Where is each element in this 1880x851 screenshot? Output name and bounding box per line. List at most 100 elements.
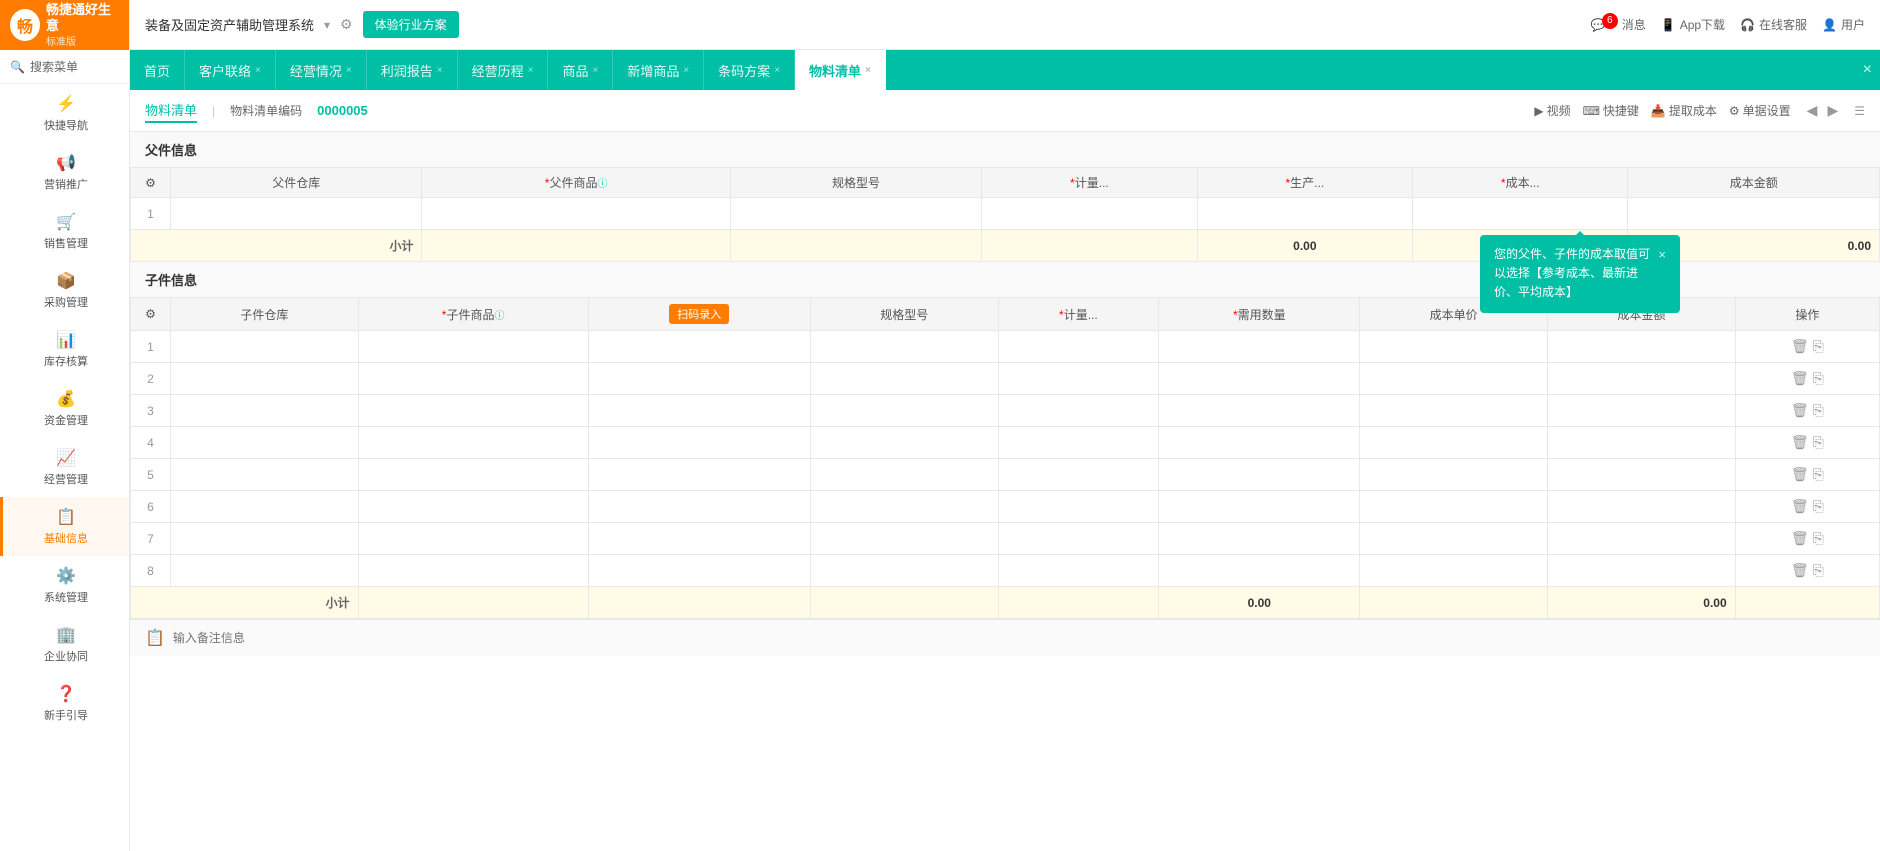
delete-icon-5[interactable]: 🗑	[1791, 466, 1809, 483]
copy-icon-8[interactable]: ⎘	[1813, 562, 1824, 579]
child-row-7-unit-price[interactable]	[1360, 523, 1548, 555]
parent-row-1-cost[interactable]	[1413, 198, 1628, 230]
child-row-7-unit[interactable]	[998, 523, 1159, 555]
child-row-5-spec[interactable]	[810, 459, 998, 491]
copy-icon-7[interactable]: ⎘	[1813, 530, 1824, 547]
message-action[interactable]: 💬 6 消息	[1591, 16, 1646, 33]
next-arrow[interactable]: ▶	[1823, 100, 1842, 121]
nav-close-icon[interactable]: ×	[1855, 61, 1880, 79]
dropdown-arrow-icon[interactable]: ▾	[324, 18, 330, 32]
child-row-6-quantity[interactable]	[1159, 491, 1360, 523]
child-row-8-unit-price[interactable]	[1360, 555, 1548, 587]
child-row-7-quantity[interactable]	[1159, 523, 1360, 555]
sidebar-item-marketing[interactable]: 📢 营销推广	[0, 143, 129, 202]
child-row-4-unit[interactable]	[998, 427, 1159, 459]
child-row-4-product[interactable]	[358, 427, 588, 459]
prev-arrow[interactable]: ◀	[1803, 100, 1822, 121]
sidebar-item-inventory[interactable]: 📊 库存核算	[0, 320, 129, 379]
single-settings-action[interactable]: ⚙ 单据设置	[1729, 102, 1791, 119]
copy-icon-1[interactable]: ⎘	[1813, 338, 1824, 355]
child-row-6-spec[interactable]	[810, 491, 998, 523]
child-row-5-warehouse[interactable]	[171, 459, 359, 491]
online-service-action[interactable]: 🎧 在线客服	[1740, 16, 1807, 33]
tab-barcode-close[interactable]: ×	[774, 65, 780, 76]
experience-btn[interactable]: 体验行业方案	[363, 11, 459, 38]
child-row-2-spec[interactable]	[810, 363, 998, 395]
delete-icon-1[interactable]: 🗑	[1791, 338, 1809, 355]
list-view-icon[interactable]: ☰	[1854, 104, 1865, 118]
extract-cost-action[interactable]: 📥 提取成本	[1651, 102, 1717, 119]
tab-history-close[interactable]: ×	[528, 65, 534, 76]
child-row-1-spec[interactable]	[810, 331, 998, 363]
child-row-4-warehouse[interactable]	[171, 427, 359, 459]
child-row-1-unit[interactable]	[998, 331, 1159, 363]
child-row-1-quantity[interactable]	[1159, 331, 1360, 363]
child-row-1-product[interactable]	[358, 331, 588, 363]
child-row-6-product[interactable]	[358, 491, 588, 523]
sidebar-item-finance[interactable]: 💰 资金管理	[0, 379, 129, 438]
child-row-8-product[interactable]	[358, 555, 588, 587]
child-row-7-product[interactable]	[358, 523, 588, 555]
delete-icon-3[interactable]: 🗑	[1791, 402, 1809, 419]
sidebar-item-enterprise[interactable]: 🏢 企业协同	[0, 615, 129, 674]
parent-row-1-spec[interactable]	[730, 198, 981, 230]
tab-bom-close[interactable]: ×	[865, 65, 871, 76]
child-row-3-quantity[interactable]	[1159, 395, 1360, 427]
child-row-4-quantity[interactable]	[1159, 427, 1360, 459]
tab-business[interactable]: 经营情况 ×	[276, 50, 367, 90]
tab-customer[interactable]: 客户联络 ×	[185, 50, 276, 90]
child-row-6-warehouse[interactable]	[171, 491, 359, 523]
child-row-3-warehouse[interactable]	[171, 395, 359, 427]
delete-icon-2[interactable]: 🗑	[1791, 370, 1809, 387]
delete-icon-4[interactable]: 🗑	[1791, 434, 1809, 451]
child-row-8-quantity[interactable]	[1159, 555, 1360, 587]
tab-new-product-close[interactable]: ×	[683, 65, 689, 76]
child-row-2-quantity[interactable]	[1159, 363, 1360, 395]
child-row-7-spec[interactable]	[810, 523, 998, 555]
tab-bom[interactable]: 物料清单 ×	[795, 50, 886, 90]
page-tab-bom[interactable]: 物料清单	[145, 98, 197, 123]
child-row-5-product[interactable]	[358, 459, 588, 491]
sidebar-item-sales[interactable]: 🛒 销售管理	[0, 202, 129, 261]
child-row-2-warehouse[interactable]	[171, 363, 359, 395]
child-row-2-unit[interactable]	[998, 363, 1159, 395]
child-row-1-warehouse[interactable]	[171, 331, 359, 363]
parent-row-1-warehouse[interactable]	[171, 198, 422, 230]
note-input[interactable]	[173, 631, 1865, 645]
tab-business-close[interactable]: ×	[346, 65, 352, 76]
child-row-6-unit[interactable]	[998, 491, 1159, 523]
child-row-3-spec[interactable]	[810, 395, 998, 427]
copy-icon-6[interactable]: ⎘	[1813, 498, 1824, 515]
delete-icon-7[interactable]: 🗑	[1791, 530, 1809, 547]
parent-row-1-unit[interactable]	[982, 198, 1197, 230]
copy-icon-3[interactable]: ⎘	[1813, 402, 1824, 419]
delete-icon-6[interactable]: 🗑	[1791, 498, 1809, 515]
settings-icon[interactable]: ⚙	[340, 16, 353, 33]
copy-icon-4[interactable]: ⎘	[1813, 434, 1824, 451]
shortcut-action[interactable]: ⌨ 快捷键	[1583, 102, 1639, 119]
copy-icon-5[interactable]: ⎘	[1813, 466, 1824, 483]
parent-row-1-production[interactable]	[1197, 198, 1412, 230]
gear-icon[interactable]: ⚙	[145, 176, 156, 190]
sidebar-item-operations[interactable]: 📈 经营管理	[0, 438, 129, 497]
child-row-4-unit-price[interactable]	[1360, 427, 1548, 459]
tab-profit-close[interactable]: ×	[437, 65, 443, 76]
child-row-3-unit[interactable]	[998, 395, 1159, 427]
child-row-3-unit-price[interactable]	[1360, 395, 1548, 427]
child-row-5-unit[interactable]	[998, 459, 1159, 491]
child-row-7-warehouse[interactable]	[171, 523, 359, 555]
child-row-8-warehouse[interactable]	[171, 555, 359, 587]
tab-profit[interactable]: 利润报告 ×	[367, 50, 458, 90]
app-download-action[interactable]: 📱 App下载	[1661, 16, 1725, 33]
child-row-6-unit-price[interactable]	[1360, 491, 1548, 523]
search-menu[interactable]: 🔍 搜索菜单	[0, 50, 129, 84]
tab-barcode[interactable]: 条码方案 ×	[704, 50, 795, 90]
delete-icon-8[interactable]: 🗑	[1791, 562, 1809, 579]
tab-customer-close[interactable]: ×	[255, 65, 261, 76]
sidebar-item-basic-info[interactable]: 📋 基础信息	[0, 497, 129, 556]
scan-button[interactable]: 扫码录入	[669, 304, 729, 324]
child-row-5-unit-price[interactable]	[1360, 459, 1548, 491]
sidebar-item-purchase[interactable]: 📦 采购管理	[0, 261, 129, 320]
sidebar-item-system[interactable]: ⚙️ 系统管理	[0, 556, 129, 615]
child-row-2-product[interactable]	[358, 363, 588, 395]
